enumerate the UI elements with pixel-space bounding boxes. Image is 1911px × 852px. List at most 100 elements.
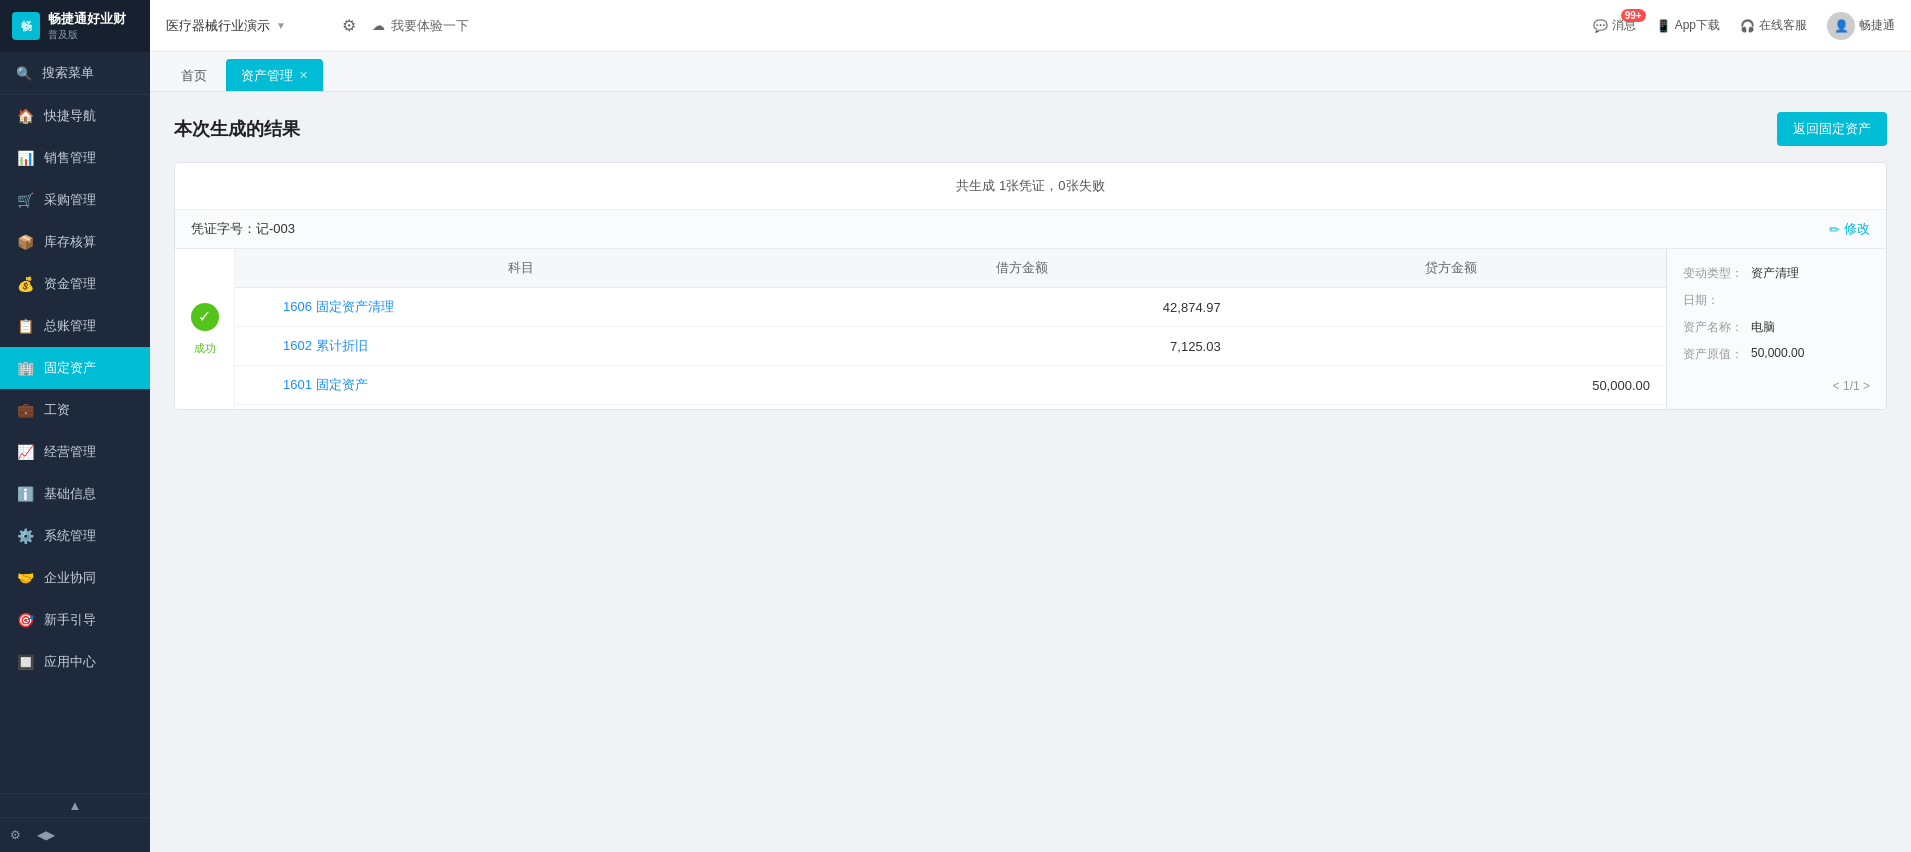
- voucher-info-panel: 变动类型： 资产清理 日期： 资产名称： 电脑 资产原值：: [1666, 249, 1886, 409]
- info-date: 日期：: [1683, 292, 1870, 309]
- sidebar-item-label: 工资: [44, 401, 70, 419]
- date-label: 日期：: [1683, 292, 1719, 309]
- operations-icon: 📈: [16, 443, 34, 461]
- guide-icon: 🎯: [16, 611, 34, 629]
- tab-close-icon[interactable]: ✕: [299, 69, 308, 82]
- edit-button[interactable]: ✏ 修改: [1829, 220, 1870, 238]
- row2-subject-link[interactable]: 1602 累计折旧: [283, 338, 368, 353]
- sidebar-item-label: 应用中心: [44, 653, 96, 671]
- row2-debit: 7,125.03: [807, 327, 1236, 366]
- row3-debit: [807, 366, 1236, 405]
- row2-credit: [1237, 327, 1666, 366]
- online-service-button[interactable]: 🎧 在线客服: [1740, 17, 1807, 34]
- settings-gear-icon[interactable]: ⚙: [338, 12, 360, 39]
- page-header: 本次生成的结果 返回固定资产: [174, 112, 1887, 146]
- asset-name-label: 资产名称：: [1683, 319, 1743, 336]
- row3-subject-link[interactable]: 1601 固定资产: [283, 377, 368, 392]
- online-service-icon: 🎧: [1740, 19, 1755, 33]
- app-download-label: App下载: [1675, 17, 1720, 34]
- trial-button[interactable]: ☁ 我要体验一下: [372, 17, 469, 35]
- success-icon: ✓: [191, 303, 219, 331]
- sidebar-logo-text: 畅捷通好业财 普及版: [48, 11, 126, 41]
- tab-home[interactable]: 首页: [166, 59, 222, 91]
- avatar: 👤: [1827, 12, 1855, 40]
- sidebar-item-label: 资金管理: [44, 275, 96, 293]
- change-type-value: 资产清理: [1751, 265, 1799, 282]
- funds-icon: 💰: [16, 275, 34, 293]
- info-asset-value: 资产原值： 50,000.00: [1683, 346, 1870, 363]
- sidebar-nav: 🏠 快捷导航 📊 销售管理 🛒 采购管理 📦 库存核算 💰 资金管理 📋 总账管…: [0, 95, 150, 793]
- sidebar-item-label: 库存核算: [44, 233, 96, 251]
- online-service-label: 在线客服: [1759, 17, 1807, 34]
- pagination-next[interactable]: >: [1863, 379, 1870, 393]
- row3-credit: 50,000.00: [1237, 366, 1666, 405]
- row3-subject: 1601 固定资产: [235, 366, 807, 405]
- sidebar-item-label: 总账管理: [44, 317, 96, 335]
- sidebar-item-ledger[interactable]: 📋 总账管理: [0, 305, 150, 347]
- settings-icon[interactable]: ⚙: [10, 828, 21, 842]
- asset-value-label: 资产原值：: [1683, 346, 1743, 363]
- message-badge: 99+: [1621, 9, 1646, 22]
- collaboration-icon: 🤝: [16, 569, 34, 587]
- sidebar-item-payroll[interactable]: 💼 工资: [0, 389, 150, 431]
- pagination-prev[interactable]: <: [1833, 379, 1840, 393]
- company-name: 医疗器械行业演示: [166, 17, 270, 35]
- company-selector[interactable]: 医疗器械行业演示 ▼: [166, 17, 326, 35]
- sidebar-item-app-center[interactable]: 🔲 应用中心: [0, 641, 150, 683]
- ledger-icon: 📋: [16, 317, 34, 335]
- result-summary: 共生成 1张凭证，0张失败: [175, 163, 1886, 210]
- voucher-number: 凭证字号：记-003: [191, 220, 295, 238]
- app-download-button[interactable]: 📱 App下载: [1656, 17, 1720, 34]
- sidebar-logo: 畅 畅捷通好业财 普及版: [0, 0, 150, 52]
- trial-label: 我要体验一下: [391, 17, 469, 35]
- sidebar-item-inventory[interactable]: 📦 库存核算: [0, 221, 150, 263]
- sidebar-bottom: ⚙ ◀▶: [0, 817, 150, 852]
- topbar: 医疗器械行业演示 ▼ ⚙ ☁ 我要体验一下 💬 消息 99+ 📱 App下载 🎧…: [150, 0, 1911, 52]
- return-button[interactable]: 返回固定资产: [1777, 112, 1887, 146]
- sidebar-item-label: 快捷导航: [44, 107, 96, 125]
- app-download-icon: 📱: [1656, 19, 1671, 33]
- system-icon: ⚙️: [16, 527, 34, 545]
- home-icon: 🏠: [16, 107, 34, 125]
- edit-icon: ✏: [1829, 222, 1840, 237]
- sidebar-item-fixed-assets[interactable]: 🏢 固定资产: [0, 347, 150, 389]
- pagination-info: 1/1: [1843, 379, 1863, 393]
- fixed-assets-icon: 🏢: [16, 359, 34, 377]
- voucher-table-wrapper: 科目 借方金额 贷方金额 1606 固定资产清理: [235, 249, 1666, 409]
- voucher-rows-container: ✓ 成功 科目 借方金额 贷方金额: [175, 249, 1886, 409]
- message-button[interactable]: 💬 消息 99+: [1593, 17, 1636, 34]
- sidebar-search[interactable]: 🔍 搜索菜单: [0, 52, 150, 95]
- collapse-icon[interactable]: ◀▶: [37, 828, 55, 842]
- sidebar-item-funds[interactable]: 💰 资金管理: [0, 263, 150, 305]
- asset-name-value: 电脑: [1751, 319, 1775, 336]
- sidebar-item-collaboration[interactable]: 🤝 企业协同: [0, 557, 150, 599]
- username: 畅捷通: [1859, 17, 1895, 34]
- edit-label: 修改: [1844, 220, 1870, 238]
- main-area: 医疗器械行业演示 ▼ ⚙ ☁ 我要体验一下 💬 消息 99+ 📱 App下载 🎧…: [150, 0, 1911, 852]
- row1-subject-link[interactable]: 1606 固定资产清理: [283, 299, 394, 314]
- table-row: 1606 固定资产清理 42,874.97: [235, 288, 1666, 327]
- success-indicator-col: ✓ 成功: [175, 249, 235, 409]
- row1-credit: [1237, 288, 1666, 327]
- sidebar-item-sales[interactable]: 📊 销售管理: [0, 137, 150, 179]
- sidebar-item-system[interactable]: ⚙️ 系统管理: [0, 515, 150, 557]
- sidebar-item-label: 经营管理: [44, 443, 96, 461]
- table-row: 1601 固定资产 50,000.00: [235, 366, 1666, 405]
- inventory-icon: 📦: [16, 233, 34, 251]
- sidebar-item-label: 企业协同: [44, 569, 96, 587]
- tab-asset-management[interactable]: 资产管理 ✕: [226, 59, 323, 91]
- trial-icon: ☁: [372, 18, 385, 33]
- sidebar-scroll-down[interactable]: ▲: [0, 793, 150, 817]
- sidebar-item-operations[interactable]: 📈 经营管理: [0, 431, 150, 473]
- sidebar-item-base-info[interactable]: ℹ️ 基础信息: [0, 473, 150, 515]
- user-profile[interactable]: 👤 畅捷通: [1827, 12, 1895, 40]
- col-header-debit: 借方金额: [807, 249, 1236, 288]
- page-title: 本次生成的结果: [174, 117, 300, 141]
- voucher-table: 科目 借方金额 贷方金额 1606 固定资产清理: [235, 249, 1666, 405]
- table-row: 1602 累计折旧 7,125.03: [235, 327, 1666, 366]
- content-area: 本次生成的结果 返回固定资产 共生成 1张凭证，0张失败 凭证字号：记-003 …: [150, 92, 1911, 852]
- sidebar-item-purchase[interactable]: 🛒 采购管理: [0, 179, 150, 221]
- voucher-header: 凭证字号：记-003 ✏ 修改: [175, 210, 1886, 249]
- sidebar-item-guide[interactable]: 🎯 新手引导: [0, 599, 150, 641]
- sidebar-item-quick-nav[interactable]: 🏠 快捷导航: [0, 95, 150, 137]
